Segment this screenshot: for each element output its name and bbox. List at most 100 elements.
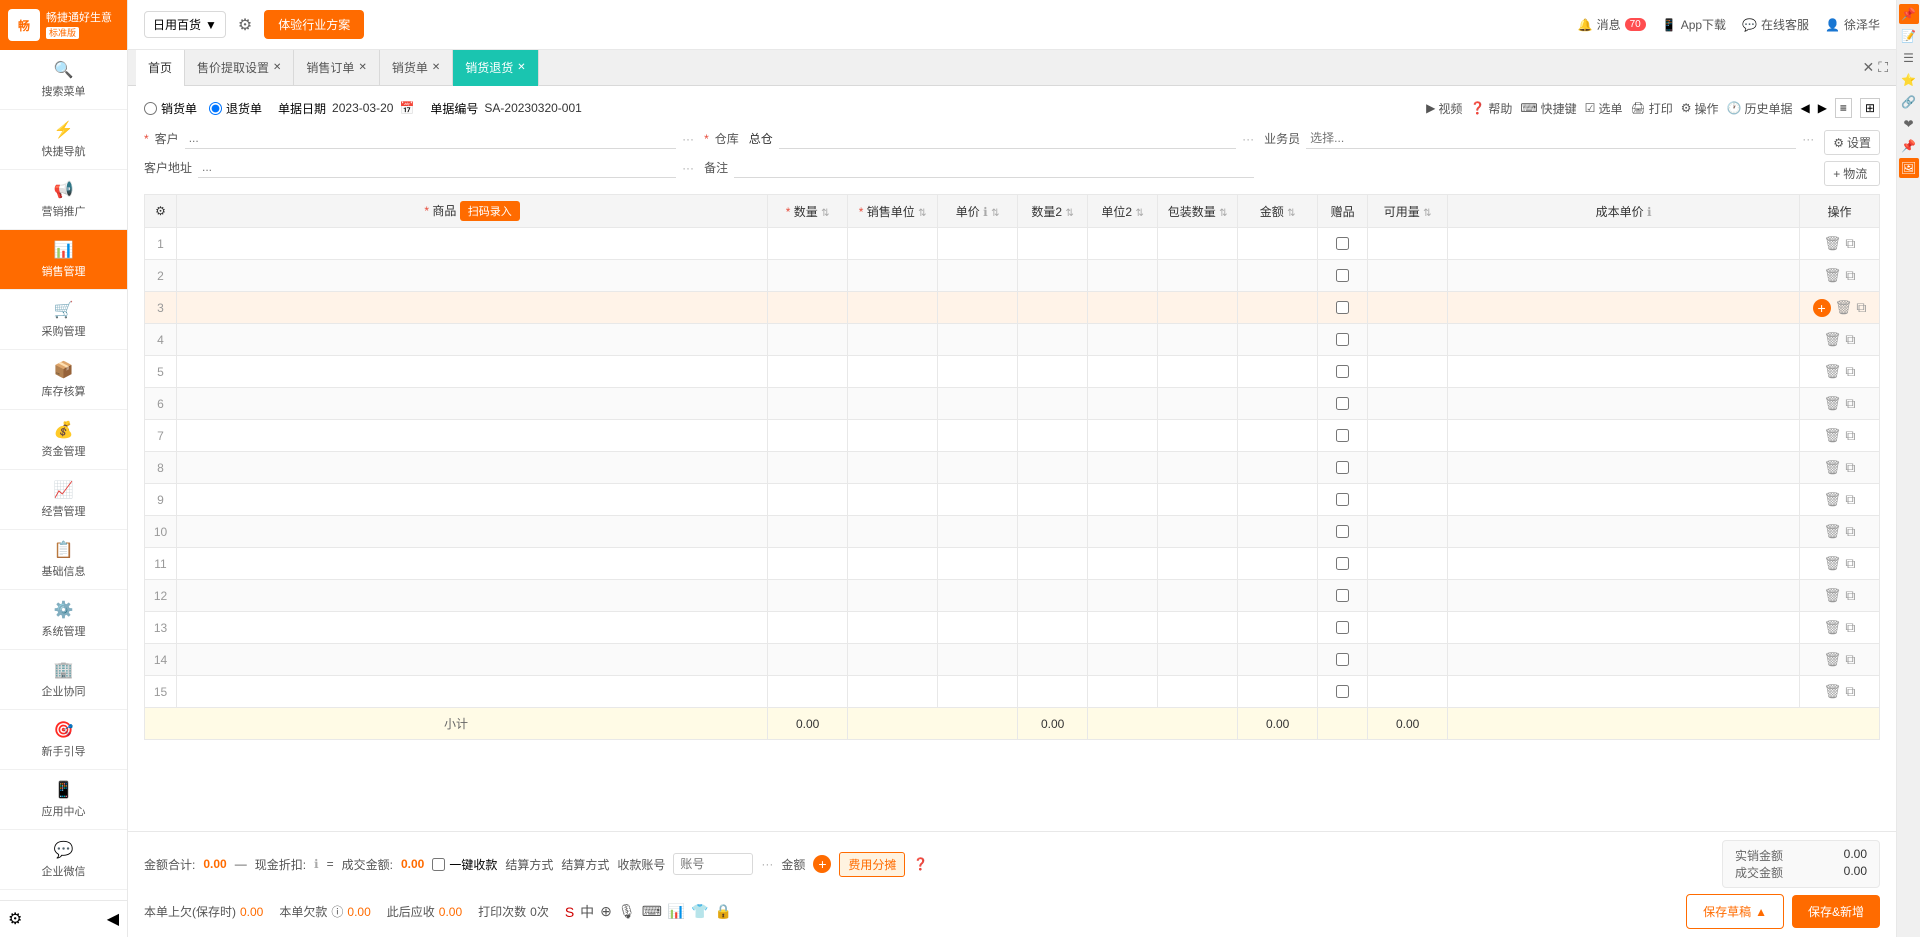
sidebar-item-operation[interactable]: 📈 经营管理 [0,470,127,530]
row-quantity2-cell-11[interactable] [1018,548,1088,580]
one-key-pay-field[interactable]: 一键收款 [432,856,497,873]
gift-checkbox-1[interactable] [1336,237,1349,250]
row-sales-unit-cell-10[interactable] [848,516,938,548]
sidebar-settings-icon[interactable]: ⚙ [8,909,22,929]
delete-row-icon-9[interactable]: 🗑 [1824,491,1842,508]
row-unit2-cell-9[interactable] [1088,484,1158,516]
copy-row-icon-2[interactable]: ⧉ [1845,267,1855,284]
copy-row-icon-1[interactable]: ⧉ [1845,235,1855,252]
sidebar-item-basic[interactable]: 📋 基础信息 [0,530,127,590]
tab-sales-delivery[interactable]: 销货单 ✕ [380,50,453,86]
row-product-cell-11[interactable] [177,548,768,580]
gift-checkbox-14[interactable] [1336,653,1349,666]
delete-row-icon-8[interactable]: 🗑 [1824,459,1842,476]
amount-sort-icon[interactable]: ⇅ [1287,208,1295,219]
row-amount-cell-5[interactable] [1238,356,1318,388]
row-unit-price-cell-7[interactable] [938,420,1018,452]
tab-sales-return[interactable]: 销货退货 ✕ [453,50,538,86]
tab-close-button[interactable]: ✕ [1862,59,1874,76]
copy-row-icon-12[interactable]: ⧉ [1845,587,1855,604]
copy-row-icon-4[interactable]: ⧉ [1845,331,1855,348]
row-cost-price-cell-3[interactable] [1448,292,1800,324]
fee-info-icon[interactable]: ❓ [913,857,928,871]
remark-input[interactable] [734,157,1254,178]
unit-price-info-icon[interactable]: ℹ [983,205,988,219]
row-package-qty-cell-5[interactable] [1158,356,1238,388]
print-toolbar-item[interactable]: 🖨 打印 [1630,100,1672,117]
delete-row-icon-14[interactable]: 🗑 [1824,651,1842,668]
row-quantity-cell-1[interactable] [768,228,848,260]
sidebar-item-system[interactable]: ⚙️ 系统管理 [0,590,127,650]
row-quantity2-cell-12[interactable] [1018,580,1088,612]
row-unit-price-cell-1[interactable] [938,228,1018,260]
sidebar-item-finance[interactable]: 💰 资金管理 [0,410,127,470]
row-sales-unit-cell-9[interactable] [848,484,938,516]
delete-row-icon-3[interactable]: 🗑 [1835,299,1853,316]
unit2-sort-icon[interactable]: ⇅ [1135,208,1143,219]
fee-split-button[interactable]: 费用分摊 [839,852,905,877]
prev-icon[interactable]: ◀ [1800,101,1809,115]
grid-view-icon[interactable]: ⊞ [1860,98,1880,118]
user-item[interactable]: 👤 徐泽华 [1825,16,1880,33]
row-unit2-cell-4[interactable] [1088,324,1158,356]
tab-fullscreen-button[interactable]: ⛶ [1878,59,1888,76]
row-sales-unit-cell-6[interactable] [848,388,938,420]
row-package-qty-cell-6[interactable] [1158,388,1238,420]
tab-sales-return-close[interactable]: ✕ [517,62,525,73]
right-panel-icon-7[interactable]: 🖼 [1899,158,1919,178]
row-amount-cell-3[interactable] [1238,292,1318,324]
sidebar-item-purchase[interactable]: 🛒 采购管理 [0,290,127,350]
gift-checkbox-2[interactable] [1336,269,1349,282]
row-unit-price-cell-9[interactable] [938,484,1018,516]
row-package-qty-cell-1[interactable] [1158,228,1238,260]
row-unit2-cell-1[interactable] [1088,228,1158,260]
scan-button[interactable]: 扫码录入 [460,201,520,221]
app-download-item[interactable]: 📱 App下载 [1662,16,1726,33]
delete-row-icon-15[interactable]: 🗑 [1824,683,1842,700]
row-unit-price-cell-3[interactable] [938,292,1018,324]
delete-row-icon-11[interactable]: 🗑 [1824,555,1842,572]
row-gift-cell-9[interactable] [1318,484,1368,516]
row-gift-cell-10[interactable] [1318,516,1368,548]
copy-row-icon-14[interactable]: ⧉ [1845,651,1855,668]
sidebar-item-enterprise[interactable]: 🏢 企业协同 [0,650,127,710]
row-unit2-cell-12[interactable] [1088,580,1158,612]
row-product-cell-15[interactable] [177,676,768,708]
next-icon[interactable]: ▶ [1818,101,1827,115]
row-available-cell-11[interactable] [1368,548,1448,580]
copy-row-icon-3[interactable]: ⧉ [1856,299,1866,316]
row-package-qty-cell-10[interactable] [1158,516,1238,548]
salesperson-input[interactable] [1306,128,1796,149]
calendar-icon[interactable]: 📅 [399,101,414,115]
row-quantity-cell-11[interactable] [768,548,848,580]
row-product-cell-10[interactable] [177,516,768,548]
row-unit2-cell-2[interactable] [1088,260,1158,292]
warehouse-input[interactable] [779,128,1236,149]
row-package-qty-cell-15[interactable] [1158,676,1238,708]
row-gift-cell-8[interactable] [1318,452,1368,484]
operation-toolbar-item[interactable]: ⚙ 操作 [1681,100,1719,117]
help-toolbar-item[interactable]: ❓ 帮助 [1470,100,1512,117]
gift-checkbox-10[interactable] [1336,525,1349,538]
row-gift-cell-12[interactable] [1318,580,1368,612]
delete-row-icon-13[interactable]: 🗑 [1824,619,1842,636]
tool4-icon[interactable]: ⌨ [642,903,662,920]
gift-checkbox-11[interactable] [1336,557,1349,570]
row-product-cell-7[interactable] [177,420,768,452]
row-amount-cell-1[interactable] [1238,228,1318,260]
row-gift-cell-15[interactable] [1318,676,1368,708]
add-button[interactable]: + [813,855,831,873]
gift-checkbox-13[interactable] [1336,621,1349,634]
row-cost-price-cell-1[interactable] [1448,228,1800,260]
history-toolbar-item[interactable]: 🕐 历史单据 [1726,100,1792,117]
row-product-cell-2[interactable] [177,260,768,292]
radio-return-input[interactable] [209,102,222,115]
gift-checkbox-3[interactable] [1336,301,1349,314]
row-unit2-cell-13[interactable] [1088,612,1158,644]
row-cost-price-cell-5[interactable] [1448,356,1800,388]
radio-sales[interactable]: 销货单 [144,100,197,117]
row-quantity2-cell-6[interactable] [1018,388,1088,420]
row-quantity2-cell-13[interactable] [1018,612,1088,644]
row-quantity2-cell-9[interactable] [1018,484,1088,516]
tool6-icon[interactable]: 👕 [691,903,708,920]
